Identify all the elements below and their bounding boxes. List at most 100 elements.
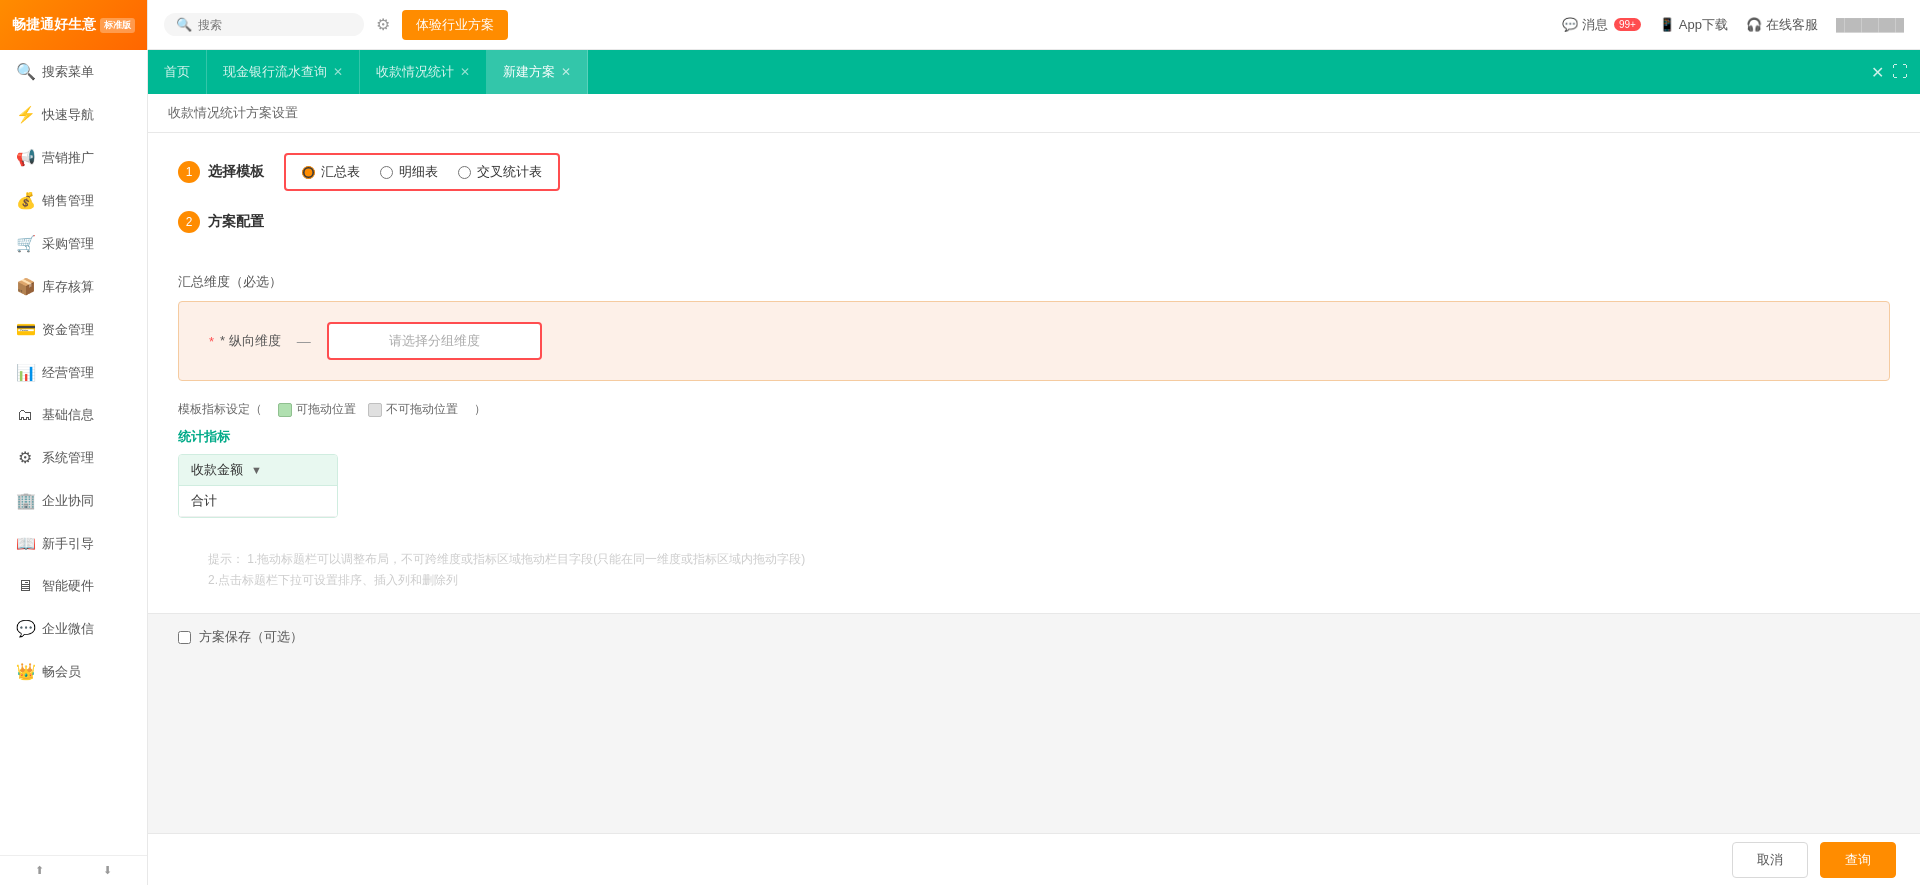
sidebar-item-sales[interactable]: 💰 销售管理 (0, 179, 147, 222)
radio-summary-label: 汇总表 (321, 163, 360, 181)
tab-home[interactable]: 首页 (148, 50, 207, 94)
metrics-table-cell: 合计 (179, 486, 337, 517)
template-options: 汇总表 明细表 交叉统计表 (284, 153, 560, 191)
step1-badge: 1 (178, 161, 200, 183)
fixed-label: 不可拖动位置 (386, 401, 458, 418)
sidebar-item-guide[interactable]: 📖 新手引导 (0, 522, 147, 565)
tab-close-icon[interactable]: ✕ (460, 65, 470, 79)
message-label: 消息 (1582, 16, 1608, 34)
sidebar-item-label: 营销推广 (42, 149, 94, 167)
sidebar-item-label: 企业微信 (42, 620, 94, 638)
fixed-legend: 不可拖动位置 (368, 401, 458, 418)
sidebar-item-label: 企业协同 (42, 492, 94, 510)
metrics-col-label: 收款金额 (191, 461, 243, 479)
tab-maximize-icon[interactable]: ⛶ (1892, 63, 1908, 81)
page-title: 收款情况统计方案设置 (168, 105, 298, 120)
tip1: 提示： 1.拖动标题栏可以调整布局，不可跨维度或指标区域拖动栏目字段(只能在同一… (208, 551, 1860, 568)
fixed-dot (368, 403, 382, 417)
tab-minimize-icon[interactable]: ✕ (1871, 63, 1884, 82)
tab-close-icon[interactable]: ✕ (561, 65, 571, 79)
save-checkbox[interactable] (178, 631, 191, 644)
dimension-title: 汇总维度（必选） (178, 273, 1890, 291)
sidebar-item-label: 资金管理 (42, 321, 94, 339)
draggable-label: 可拖动位置 (296, 401, 356, 418)
sidebar-item-search[interactable]: 🔍 搜索菜单 (0, 50, 147, 93)
trial-button[interactable]: 体验行业方案 (402, 10, 508, 40)
draggable-legend: 可拖动位置 (278, 401, 356, 418)
query-button[interactable]: 查询 (1820, 842, 1896, 878)
radio-summary-input[interactable] (302, 166, 315, 179)
sidebar-item-wechat[interactable]: 💬 企业微信 (0, 607, 147, 650)
settings-icon[interactable]: ⚙ (376, 15, 390, 34)
app-download-btn[interactable]: 📱 App下载 (1659, 16, 1728, 34)
metrics-label: 统计指标 (178, 428, 1890, 446)
sidebar: 畅捷通好生意 标准版 🔍 搜索菜单 ⚡ 快速导航 📢 营销推广 💰 销售管理 🛒… (0, 0, 148, 885)
sidebar-bottom-btn1[interactable]: ⬆ (8, 864, 72, 877)
search-input[interactable] (198, 18, 338, 32)
cancel-button[interactable]: 取消 (1732, 842, 1808, 878)
search-icon: 🔍 (176, 17, 192, 32)
sidebar-item-management[interactable]: 📊 经营管理 (0, 351, 147, 394)
tab-receivable[interactable]: 收款情况统计 ✕ (360, 50, 487, 94)
dimension-select-button[interactable]: 请选择分组维度 (327, 322, 542, 360)
radio-cross-label: 交叉统计表 (477, 163, 542, 181)
form-section: 1 选择模板 汇总表 明细表 交叉统计表 (148, 133, 1920, 273)
sidebar-item-inventory[interactable]: 📦 库存核算 (0, 265, 147, 308)
quicknav-icon: ⚡ (16, 105, 34, 124)
step1-row: 1 选择模板 汇总表 明细表 交叉统计表 (178, 153, 1890, 191)
system-icon: ⚙ (16, 448, 34, 467)
tab-close-icon[interactable]: ✕ (333, 65, 343, 79)
sidebar-bottom: ⬆ ⬇ (0, 855, 147, 885)
sidebar-item-quicknav[interactable]: ⚡ 快速导航 (0, 93, 147, 136)
sidebar-item-label: 畅会员 (42, 663, 81, 681)
tab-label: 现金银行流水查询 (223, 63, 327, 81)
app-badge: 标准版 (100, 18, 135, 33)
step2-row: 2 方案配置 (178, 211, 1890, 233)
metrics-table: 收款金额 ▼ 合计 (178, 454, 338, 518)
sidebar-item-marketing[interactable]: 📢 营销推广 (0, 136, 147, 179)
page-content: 收款情况统计方案设置 1 选择模板 汇总表 明细表 (148, 94, 1920, 885)
topbar: 🔍 ⚙ 体验行业方案 💬 消息 99+ 📱 App下载 🎧 在线客服 █████… (148, 0, 1920, 50)
sidebar-item-system[interactable]: ⚙ 系统管理 (0, 436, 147, 479)
search-icon: 🔍 (16, 62, 34, 81)
basic-info-icon: 🗂 (16, 406, 34, 424)
sidebar-item-label: 系统管理 (42, 449, 94, 467)
tab-cashbank[interactable]: 现金银行流水查询 ✕ (207, 50, 360, 94)
sidebar-item-label: 智能硬件 (42, 577, 94, 595)
sidebar-item-label: 库存核算 (42, 278, 94, 296)
sidebar-item-finance[interactable]: 💳 资金管理 (0, 308, 147, 351)
sidebar-item-purchase[interactable]: 🛒 采购管理 (0, 222, 147, 265)
save-label[interactable]: 方案保存（可选） (199, 628, 303, 646)
download-icon: 📱 (1659, 17, 1675, 32)
sidebar-item-enterprise[interactable]: 🏢 企业协同 (0, 479, 147, 522)
drag-legend: 可拖动位置 不可拖动位置 (278, 401, 458, 418)
online-service-btn[interactable]: 🎧 在线客服 (1746, 16, 1818, 34)
chevron-down-icon[interactable]: ▼ (251, 464, 262, 476)
message-btn[interactable]: 💬 消息 99+ (1562, 16, 1641, 34)
sidebar-item-label: 经营管理 (42, 364, 94, 382)
search-box[interactable]: 🔍 (164, 13, 364, 36)
tab-label: 首页 (164, 63, 190, 81)
sidebar-item-member[interactable]: 👑 畅会员 (0, 650, 147, 693)
draggable-dot (278, 403, 292, 417)
radio-detail-input[interactable] (380, 166, 393, 179)
user-label: ████████ (1836, 18, 1904, 32)
tab-label: 收款情况统计 (376, 63, 454, 81)
sidebar-item-hardware[interactable]: 🖥 智能硬件 (0, 565, 147, 607)
radio-detail[interactable]: 明细表 (380, 163, 438, 181)
download-label: App下载 (1679, 16, 1728, 34)
tab-label: 新建方案 (503, 63, 555, 81)
tab-new-plan[interactable]: 新建方案 ✕ (487, 50, 588, 94)
hardware-icon: 🖥 (16, 577, 34, 595)
radio-summary[interactable]: 汇总表 (302, 163, 360, 181)
enterprise-icon: 🏢 (16, 491, 34, 510)
radio-cross[interactable]: 交叉统计表 (458, 163, 542, 181)
tip2: 2.点击标题栏下拉可设置排序、插入列和删除列 (208, 572, 1860, 589)
metrics-header: 模板指标设定（ 可拖动位置 不可拖动位置 ） (178, 401, 1890, 418)
metrics-header-text: 模板指标设定（ (178, 401, 262, 418)
metrics-table-header[interactable]: 收款金额 ▼ (179, 455, 337, 486)
radio-cross-input[interactable] (458, 166, 471, 179)
sidebar-item-basic-info[interactable]: 🗂 基础信息 (0, 394, 147, 436)
vertical-dimension-label: * * 纵向维度 (209, 332, 281, 350)
sidebar-bottom-btn2[interactable]: ⬇ (76, 864, 140, 877)
